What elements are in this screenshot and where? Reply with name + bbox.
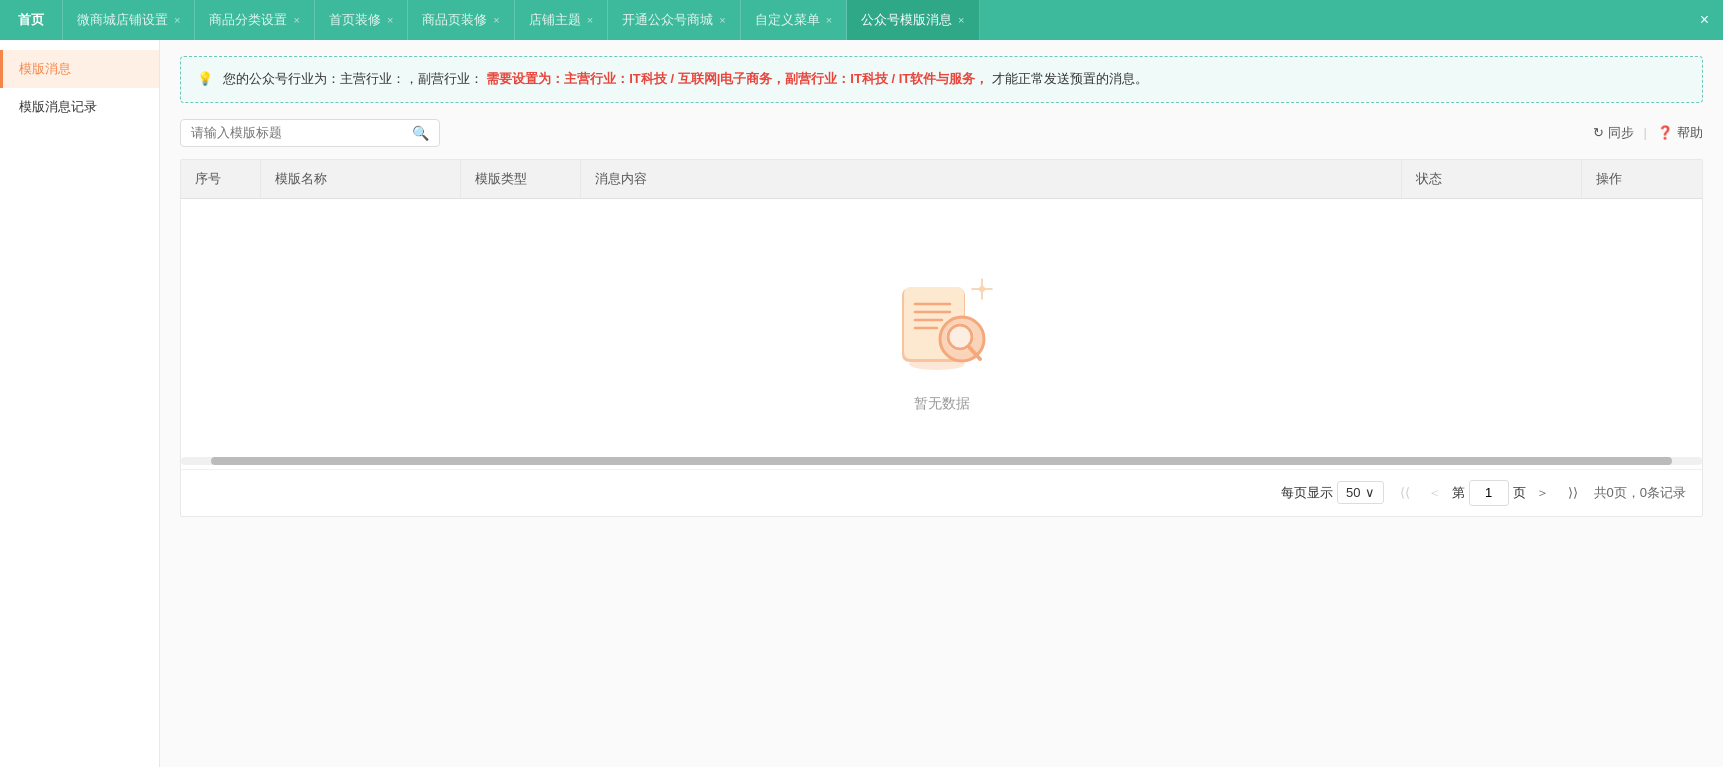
- close-icon[interactable]: ×: [826, 14, 832, 26]
- tab-custom-menu[interactable]: 自定义菜单 ×: [741, 0, 847, 40]
- toolbar-right: ↻ 同步 | ❓ 帮助: [1593, 124, 1703, 142]
- empty-illustration: [882, 259, 1002, 379]
- prev-page-button[interactable]: ＜: [1422, 480, 1448, 506]
- empty-state: 暂无数据: [181, 199, 1702, 453]
- tab-category-settings[interactable]: 商品分类设置 ×: [195, 0, 314, 40]
- tab-template-message[interactable]: 公众号模版消息 ×: [847, 0, 979, 40]
- search-wrap: 🔍: [180, 119, 440, 147]
- horizontal-scrollbar[interactable]: [181, 457, 1702, 465]
- empty-text: 暂无数据: [914, 395, 970, 413]
- close-icon[interactable]: ×: [493, 14, 499, 26]
- help-button[interactable]: ❓ 帮助: [1657, 124, 1703, 142]
- sidebar-item-template-message[interactable]: 模版消息: [0, 50, 159, 88]
- tab-home-decor[interactable]: 首页装修 ×: [315, 0, 408, 40]
- search-icon[interactable]: 🔍: [412, 125, 429, 141]
- close-icon[interactable]: ×: [587, 14, 593, 26]
- tab-store-theme[interactable]: 店铺主题 ×: [515, 0, 608, 40]
- svg-point-9: [979, 286, 985, 292]
- scrollbar-thumb[interactable]: [211, 457, 1672, 465]
- col-header-action: 操作: [1582, 160, 1702, 198]
- close-icon[interactable]: ×: [958, 14, 964, 26]
- close-all-button[interactable]: ×: [1686, 11, 1723, 29]
- page-nav: ⟨⟨ ＜ 第 页 ＞ ⟩⟩: [1392, 480, 1586, 506]
- last-page-button[interactable]: ⟩⟩: [1560, 480, 1586, 506]
- main-layout: 模版消息 模版消息记录 💡 您的公众号行业为：主营行业：，副营行业： 需要设置为…: [0, 40, 1723, 767]
- page-size-dropdown[interactable]: 50 ∨: [1337, 481, 1383, 504]
- close-icon[interactable]: ×: [174, 14, 180, 26]
- sidebar: 模版消息 模版消息记录: [0, 40, 160, 767]
- tab-product-decor[interactable]: 商品页装修 ×: [408, 0, 514, 40]
- page-size-select: 每页显示 50 ∨: [1281, 481, 1383, 504]
- table-wrap: 序号 模版名称 模版类型 消息内容 状态 操作: [180, 159, 1703, 517]
- col-header-index: 序号: [181, 160, 261, 198]
- page-number-input[interactable]: [1469, 480, 1509, 506]
- tab-open-mall[interactable]: 开通公众号商城 ×: [608, 0, 740, 40]
- close-icon[interactable]: ×: [719, 14, 725, 26]
- tab-store-settings[interactable]: 微商城店铺设置 ×: [63, 0, 195, 40]
- toolbar: 🔍 ↻ 同步 | ❓ 帮助: [180, 119, 1703, 147]
- divider: |: [1644, 125, 1647, 140]
- help-icon: ❓: [1657, 125, 1673, 140]
- sync-button[interactable]: ↻ 同步: [1593, 124, 1634, 142]
- notice-box: 💡 您的公众号行业为：主营行业：，副营行业： 需要设置为：主营行业：IT科技 /…: [180, 56, 1703, 103]
- chevron-down-icon: ∨: [1365, 485, 1375, 500]
- next-page-button[interactable]: ＞: [1530, 480, 1556, 506]
- sidebar-item-template-record[interactable]: 模版消息记录: [0, 88, 159, 126]
- search-input[interactable]: [191, 125, 408, 140]
- content-area: 💡 您的公众号行业为：主营行业：，副营行业： 需要设置为：主营行业：IT科技 /…: [160, 40, 1723, 767]
- refresh-icon: ↻: [1593, 125, 1604, 140]
- col-header-content: 消息内容: [581, 160, 1402, 198]
- first-page-button[interactable]: ⟨⟨: [1392, 480, 1418, 506]
- lightbulb-icon: 💡: [197, 71, 213, 86]
- col-header-name: 模版名称: [261, 160, 461, 198]
- pagination: 每页显示 50 ∨ ⟨⟨ ＜ 第 页 ＞ ⟩⟩ 共0页，0条记录: [181, 469, 1702, 516]
- tab-bar: 首页 微商城店铺设置 × 商品分类设置 × 首页装修 × 商品页装修 × 店铺主…: [0, 0, 1723, 40]
- table-header: 序号 模版名称 模版类型 消息内容 状态 操作: [181, 160, 1702, 199]
- close-icon[interactable]: ×: [387, 14, 393, 26]
- col-header-type: 模版类型: [461, 160, 581, 198]
- tab-home[interactable]: 首页: [0, 0, 63, 40]
- col-header-status: 状态: [1402, 160, 1582, 198]
- total-info: 共0页，0条记录: [1594, 484, 1686, 502]
- close-icon[interactable]: ×: [293, 14, 299, 26]
